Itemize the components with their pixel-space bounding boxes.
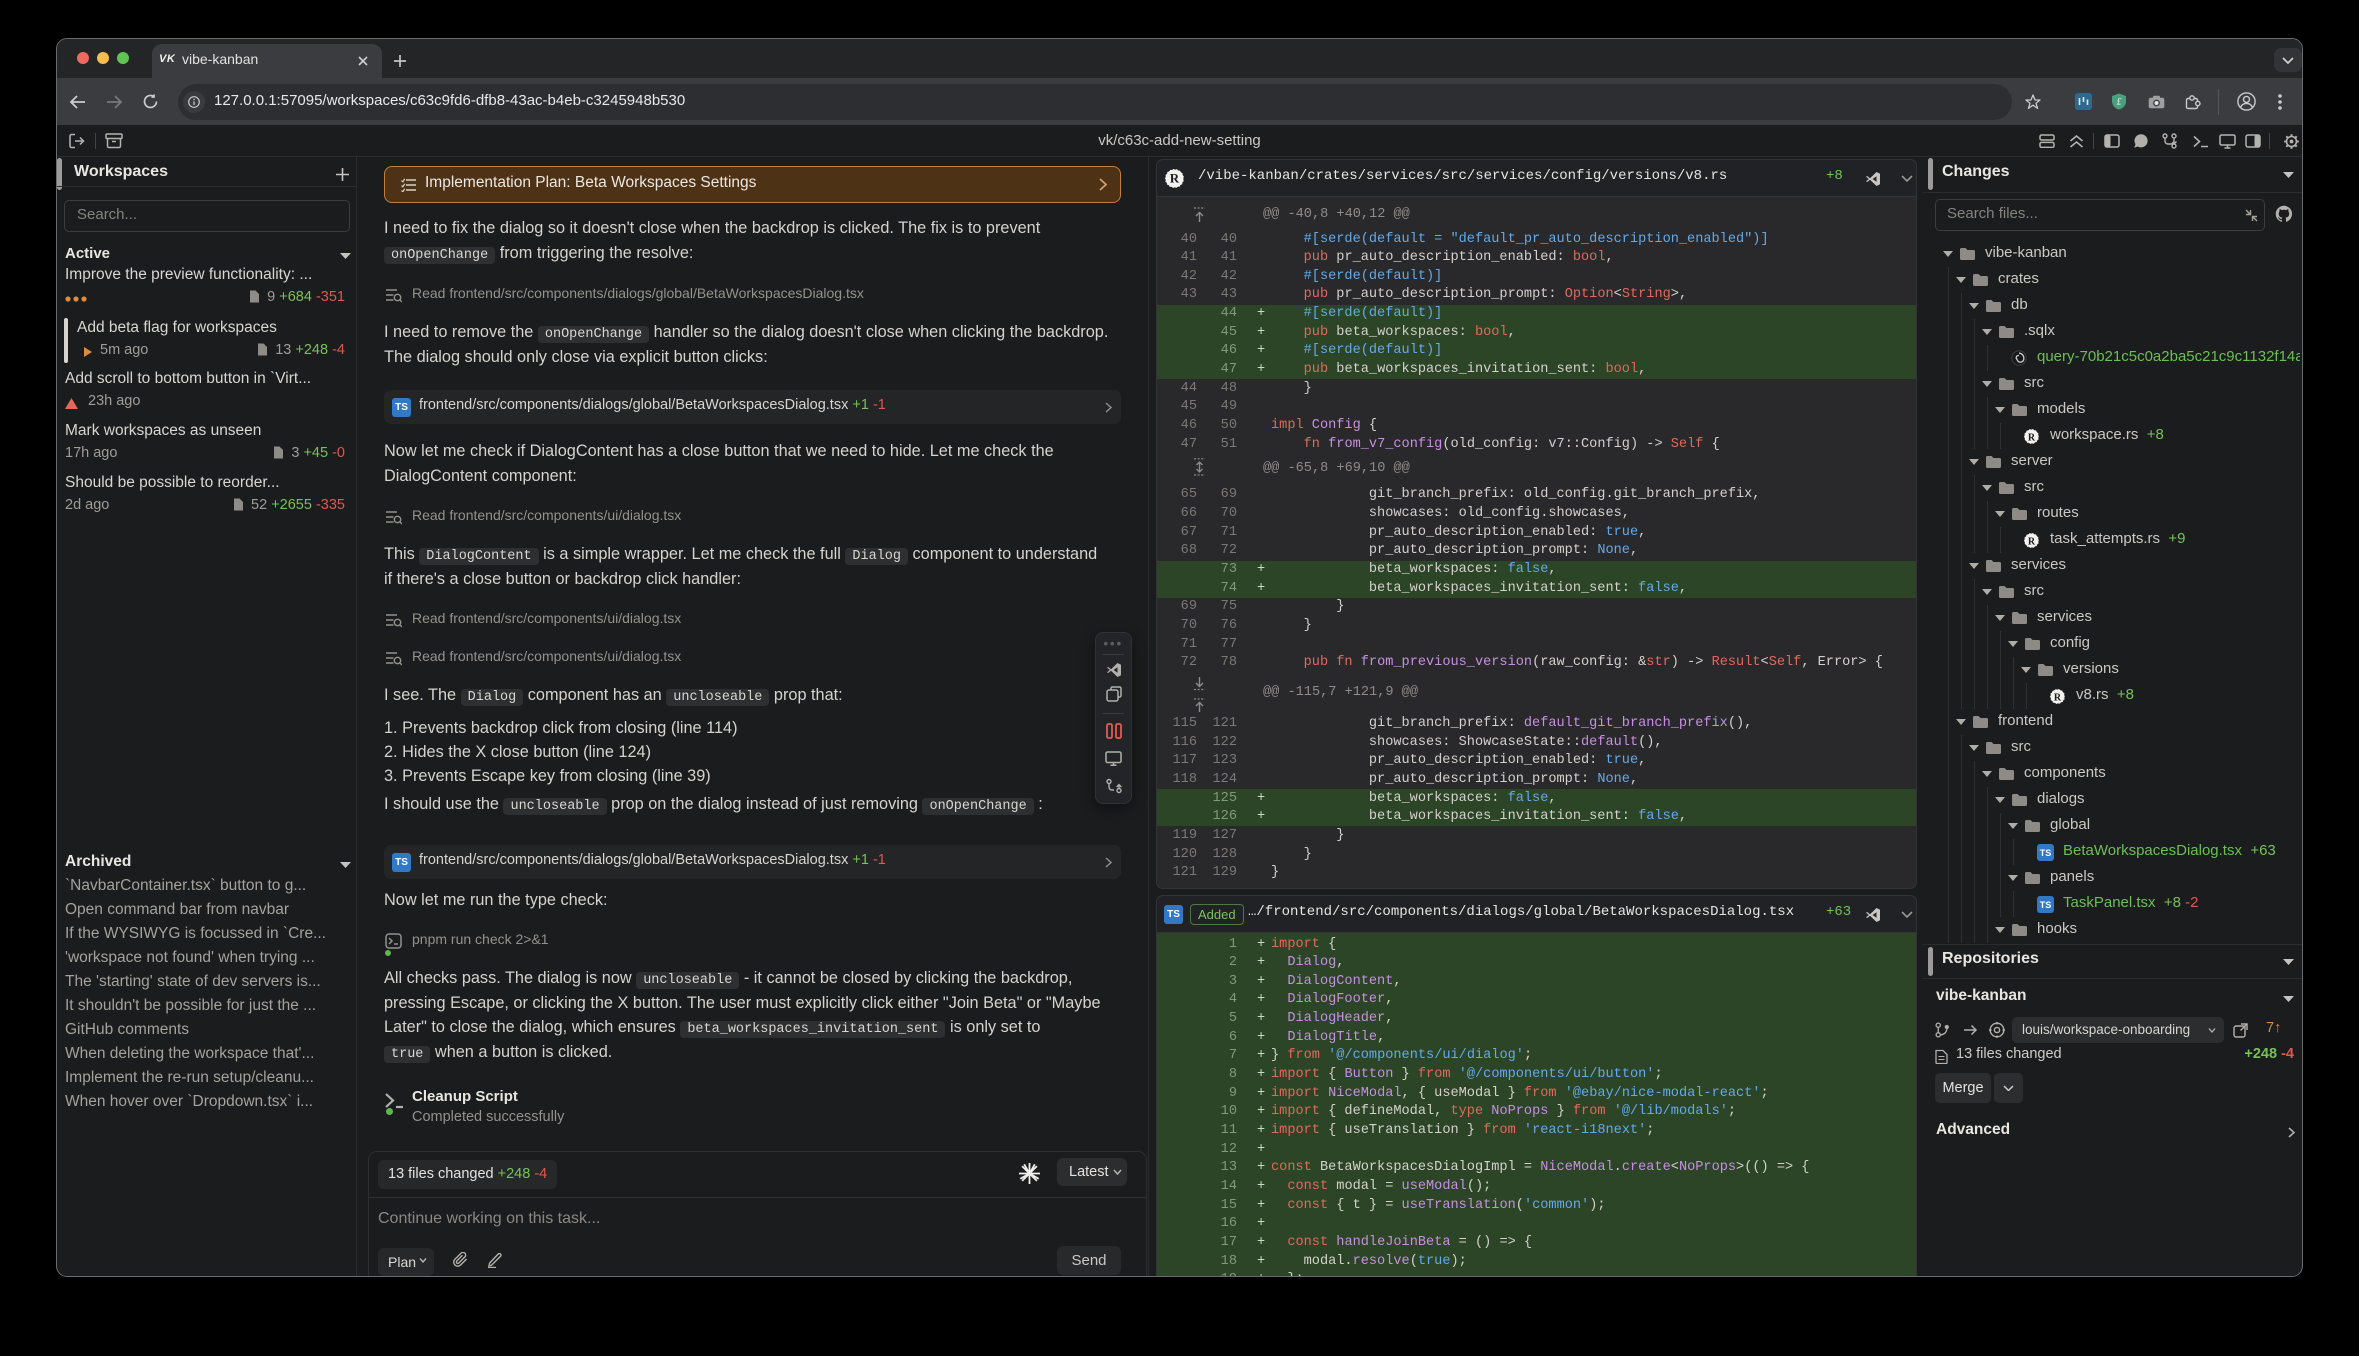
svg-text:R: R (2028, 536, 2036, 547)
svg-text:R: R (2054, 692, 2062, 703)
svg-text:R: R (1170, 170, 1180, 185)
svg-text:£: £ (2117, 97, 2122, 107)
svg-text:R: R (2028, 432, 2036, 443)
